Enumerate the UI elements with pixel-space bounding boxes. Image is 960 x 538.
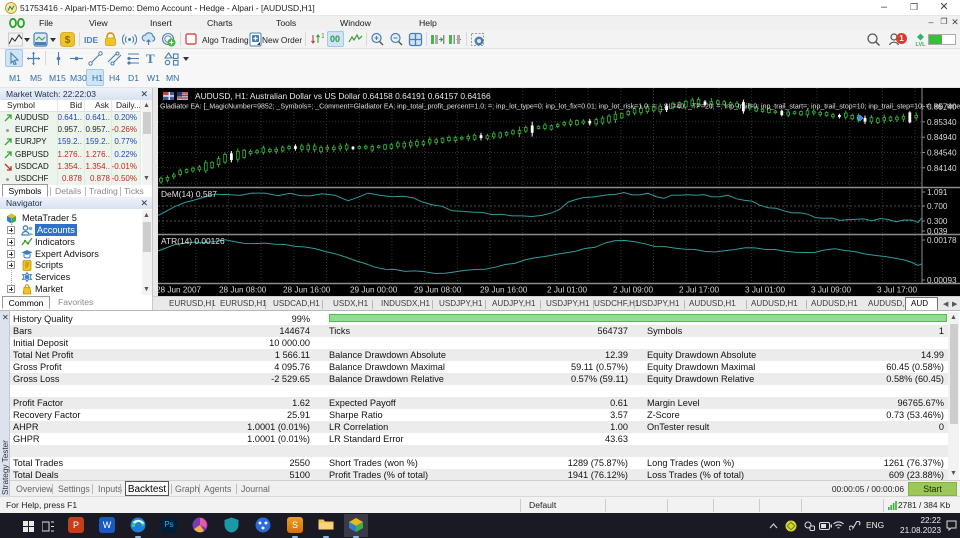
svg-text:2 Jul 17:00: 2 Jul 17:00 (679, 286, 720, 295)
svg-text:1: 1 (321, 33, 324, 40)
svg-text:$: $ (65, 35, 71, 46)
svg-text:ATR(14) 0.00126: ATR(14) 0.00126 (161, 236, 225, 246)
svg-text:0.84540: 0.84540 (927, 149, 957, 158)
svg-text:28 Jun 08:00: 28 Jun 08:00 (219, 286, 267, 295)
svg-text:3 Jul 01:00: 3 Jul 01:00 (745, 286, 786, 295)
svg-text:0.00178: 0.00178 (927, 236, 957, 245)
svg-text:28 Jun 16:00: 28 Jun 16:00 (283, 286, 331, 295)
svg-text:0.84140: 0.84140 (927, 164, 957, 173)
svg-text:3 Jul 09:00: 3 Jul 09:00 (811, 286, 852, 295)
svg-text:DeM(14) 0.587: DeM(14) 0.587 (161, 189, 217, 199)
svg-text:0.300: 0.300 (927, 217, 948, 226)
svg-text:0.700: 0.700 (927, 202, 948, 211)
svg-text:AUDUSD, H1: Australian Dollar: AUDUSD, H1: Australian Dollar vs US Doll… (195, 91, 491, 101)
svg-text:2 Jul 09:00: 2 Jul 09:00 (613, 286, 654, 295)
svg-text:29 Jun 16:00: 29 Jun 16:00 (480, 286, 528, 295)
svg-text:3 Jul 17:00: 3 Jul 17:00 (877, 286, 918, 295)
svg-text:29 Jun 00:00: 29 Jun 00:00 (350, 286, 398, 295)
svg-text:LVL: LVL (916, 42, 927, 47)
svg-text:0.84940: 0.84940 (927, 133, 957, 142)
svg-text:Gladiator EA: [_MagicNumber=98: Gladiator EA: [_MagicNumber=9852; _Symbo… (160, 104, 960, 111)
svg-text:0.00093: 0.00093 (927, 276, 957, 285)
svg-text:1.091: 1.091 (927, 188, 948, 197)
svg-text:0.85340: 0.85340 (927, 118, 957, 127)
svg-text:29 Jun 08:00: 29 Jun 08:00 (414, 286, 462, 295)
svg-text:2 Jul 01:00: 2 Jul 01:00 (547, 286, 588, 295)
svg-text:0.039: 0.039 (927, 227, 948, 236)
svg-text:28 Jun 2007: 28 Jun 2007 (158, 286, 202, 295)
